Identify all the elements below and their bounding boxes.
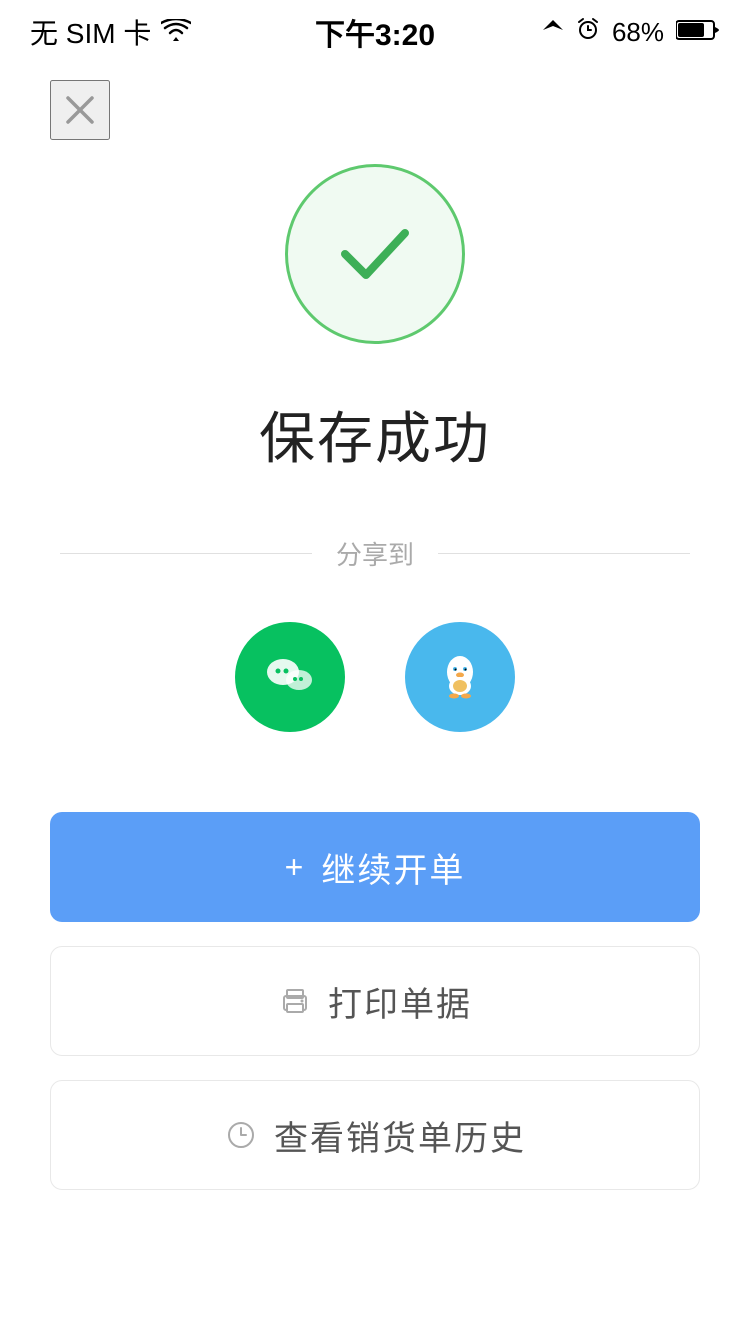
wifi-icon: [161, 16, 191, 48]
share-label: 分享到: [312, 535, 438, 572]
share-wechat-button[interactable]: [235, 622, 345, 732]
history-button[interactable]: 查看销货单历史: [50, 1080, 700, 1190]
share-icons-row: [235, 622, 515, 732]
status-time: 下午3:20: [315, 10, 435, 54]
divider-left: [60, 553, 312, 554]
main-content: 保存成功 分享到: [0, 64, 750, 1190]
status-left: 无 SIM 卡: [30, 12, 191, 52]
divider-right: [438, 553, 690, 554]
share-qq-button[interactable]: [405, 622, 515, 732]
close-icon: [62, 92, 98, 128]
print-button-label: 打印单据: [328, 977, 472, 1026]
continue-button-label: 继续开单: [321, 843, 465, 892]
status-right: 68%: [542, 17, 720, 48]
history-button-label: 查看销货单历史: [274, 1111, 526, 1160]
checkmark-icon: [330, 209, 420, 299]
close-button[interactable]: [50, 80, 110, 140]
wechat-icon: [259, 646, 321, 708]
print-icon: [278, 984, 312, 1018]
action-buttons: + 继续开单 打印单据 查看销货单历史: [0, 812, 750, 1190]
location-icon: [542, 17, 564, 48]
history-icon: [224, 1118, 258, 1152]
success-circle: [285, 164, 465, 344]
plus-icon: +: [285, 849, 306, 886]
qq-icon: [429, 646, 491, 708]
battery-percentage: 68%: [612, 17, 664, 48]
success-title: 保存成功: [259, 394, 491, 475]
continue-button[interactable]: + 继续开单: [50, 812, 700, 922]
sim-status: 无 SIM 卡: [30, 12, 151, 52]
alarm-icon: [576, 17, 600, 48]
status-bar: 无 SIM 卡 下午3:20 68%: [0, 0, 750, 64]
share-divider: 分享到: [0, 535, 750, 572]
print-button[interactable]: 打印单据: [50, 946, 700, 1056]
battery-icon: [676, 17, 720, 48]
